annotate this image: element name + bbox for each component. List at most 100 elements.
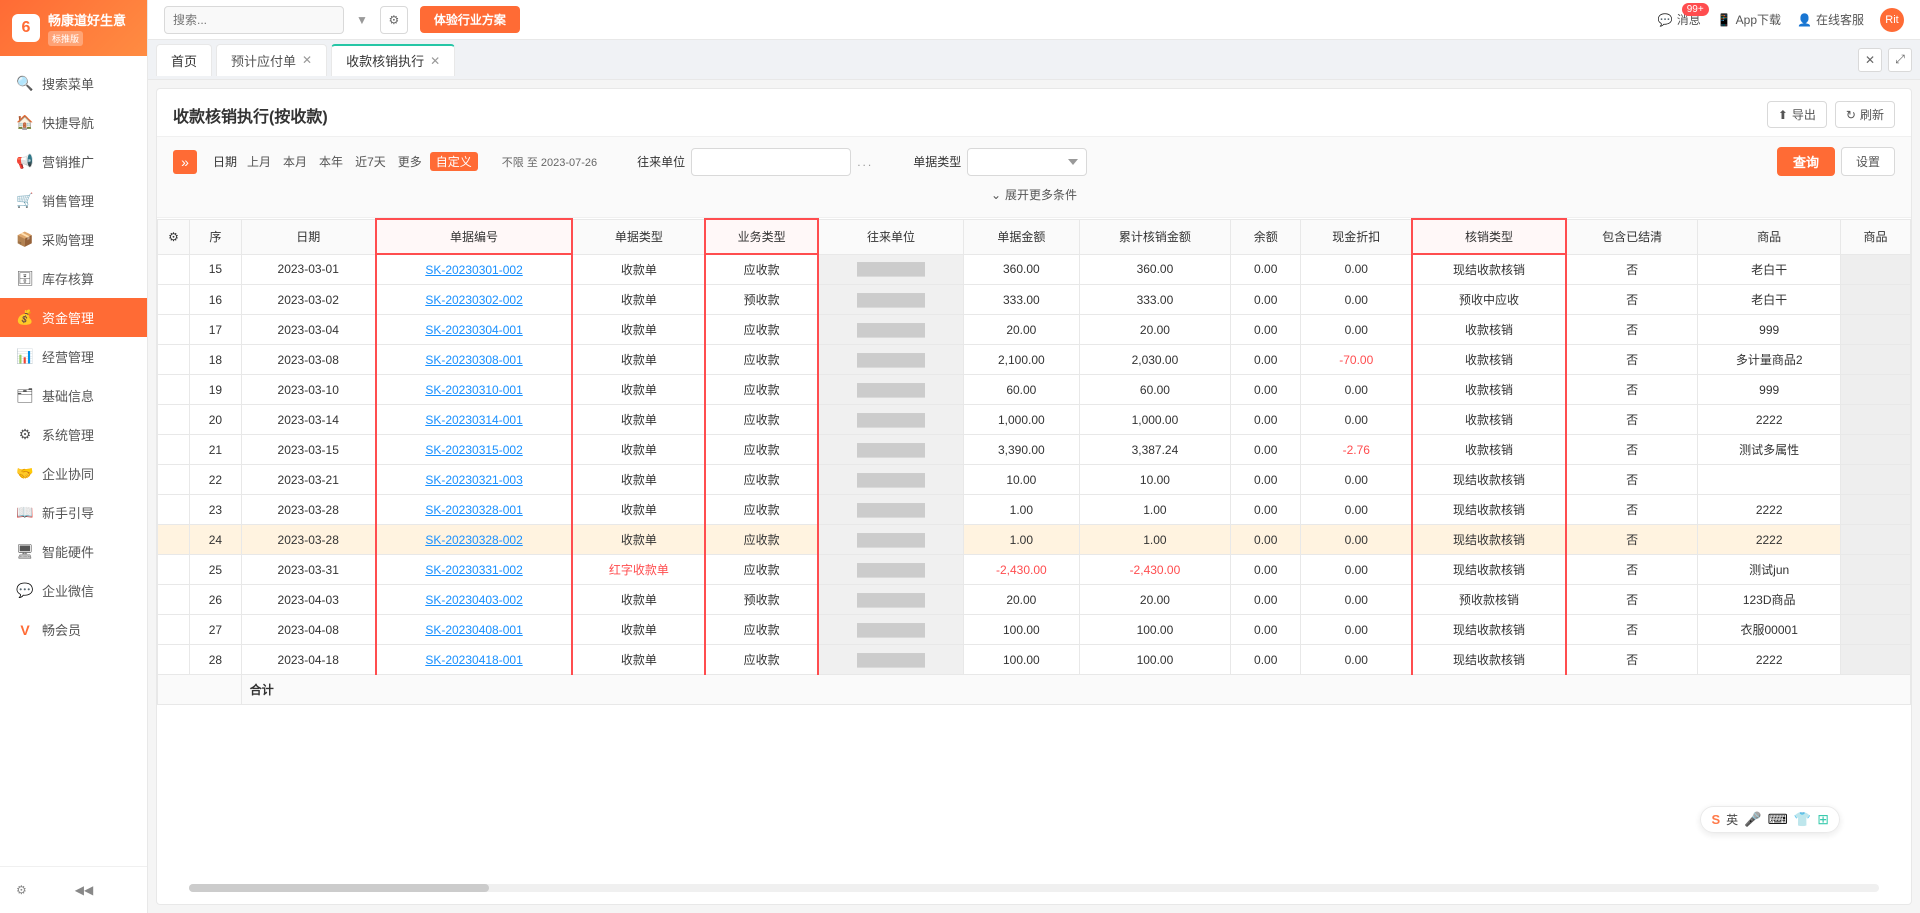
cell-goods-img <box>1841 645 1911 675</box>
table-row[interactable]: 282023-04-18SK-20230418-001收款单应收款███████… <box>158 645 1911 675</box>
date-this-year[interactable]: 本年 <box>315 151 347 172</box>
cell-doc-no[interactable]: SK-20230314-001 <box>376 405 573 435</box>
cell-doc-no[interactable]: SK-20230301-002 <box>376 254 573 285</box>
filter-toggle-btn[interactable]: » <box>173 150 197 174</box>
sidebar-item-purchase[interactable]: 📦 采购管理 <box>0 220 147 259</box>
table-row[interactable]: 212023-03-15SK-20230315-002收款单应收款███████… <box>158 435 1911 465</box>
cell-doc-no[interactable]: SK-20230328-001 <box>376 495 573 525</box>
sidebar-item-member[interactable]: V 畅会员 <box>0 610 147 649</box>
filter-doctype-group: 单据类型 <box>913 148 1087 176</box>
cell-no: 17 <box>190 315 242 345</box>
search-input[interactable] <box>164 6 344 34</box>
cell-checkbox <box>158 465 190 495</box>
user-avatar[interactable]: Rit <box>1880 8 1904 32</box>
online-service-btn[interactable]: 👤 在线客服 <box>1797 11 1864 28</box>
tab-collection[interactable]: 收款核销执行 ✕ <box>331 44 455 76</box>
date-last-month[interactable]: 上月 <box>243 151 275 172</box>
doc-type-select[interactable] <box>967 148 1087 176</box>
table-row[interactable]: 152023-03-01SK-20230301-002收款单应收款███████… <box>158 254 1911 285</box>
sidebar-item-wechat[interactable]: 💬 企业微信 <box>0 571 147 610</box>
sidebar-item-hardware[interactable]: 🖥 智能硬件 <box>0 532 147 571</box>
cell-cancel-type: 预收中应收 <box>1412 285 1565 315</box>
setting-btn[interactable]: 设置 <box>1841 147 1895 176</box>
horizontal-scrollbar[interactable] <box>189 884 1879 892</box>
cell-goods-img <box>1841 465 1911 495</box>
scrollbar-area[interactable] <box>157 876 1911 904</box>
sidebar-item-operation[interactable]: 📊 经营管理 <box>0 337 147 376</box>
date-this-month[interactable]: 本月 <box>279 151 311 172</box>
sidebar-item-quicknav[interactable]: 🏠 快捷导航 <box>0 103 147 142</box>
table-row[interactable]: 232023-03-28SK-20230328-001收款单应收款███████… <box>158 495 1911 525</box>
cell-doc-no[interactable]: SK-20230321-003 <box>376 465 573 495</box>
cell-doc-type: 收款单 <box>572 345 705 375</box>
cell-cancel-type: 现结收款核销 <box>1412 254 1565 285</box>
cell-doc-no[interactable]: SK-20230403-002 <box>376 585 573 615</box>
message-btn[interactable]: 💬 消息 99+ <box>1658 11 1701 28</box>
cell-discount: 0.00 <box>1301 615 1413 645</box>
table-row[interactable]: 202023-03-14SK-20230314-001收款单应收款███████… <box>158 405 1911 435</box>
date-more[interactable]: 更多 <box>394 151 426 172</box>
sidebar-item-finance[interactable]: 💰 资金管理 <box>0 298 147 337</box>
cell-verified: 100.00 <box>1079 615 1231 645</box>
cell-doc-no[interactable]: SK-20230308-001 <box>376 345 573 375</box>
cell-verified: 1.00 <box>1079 495 1231 525</box>
cell-doc-no[interactable]: SK-20230302-002 <box>376 285 573 315</box>
tab-collection-close-icon[interactable]: ✕ <box>430 55 440 67</box>
cell-doc-no[interactable]: SK-20230328-002 <box>376 525 573 555</box>
tab-home[interactable]: 首页 <box>156 44 212 76</box>
cell-doc-no[interactable]: SK-20230418-001 <box>376 645 573 675</box>
tab-prepay[interactable]: 预计应付单 ✕ <box>216 44 327 76</box>
tab-prepay-close-icon[interactable]: ✕ <box>302 54 312 66</box>
cell-doc-no[interactable]: SK-20230331-002 <box>376 555 573 585</box>
cell-verified: 10.00 <box>1079 465 1231 495</box>
app-download-btn[interactable]: 📱 App下载 <box>1717 11 1781 28</box>
sidebar-item-system[interactable]: ⚙ 系统管理 <box>0 415 147 454</box>
table-row[interactable]: 222023-03-21SK-20230321-003收款单应收款███████… <box>158 465 1911 495</box>
col-include-settled: 包含已结清 <box>1566 219 1698 254</box>
sidebar-item-inventory[interactable]: 🗄 库存核算 <box>0 259 147 298</box>
cell-doc-no[interactable]: SK-20230304-001 <box>376 315 573 345</box>
partner-input[interactable] <box>691 148 851 176</box>
cell-doc-no[interactable]: SK-20230310-001 <box>376 375 573 405</box>
export-btn[interactable]: ⬆ 导出 <box>1767 101 1827 128</box>
sidebar-item-sales[interactable]: 🛒 销售管理 <box>0 181 147 220</box>
sidebar-item-collab[interactable]: 🤝 企业协同 <box>0 454 147 493</box>
cell-amount: 2,100.00 <box>964 345 1079 375</box>
cell-cancel-type: 现结收款核销 <box>1412 465 1565 495</box>
sidebar-item-marketing[interactable]: 📢 营销推广 <box>0 142 147 181</box>
expand-more-btn[interactable]: ⌄ 展开更多条件 <box>173 182 1895 207</box>
table-row[interactable]: 242023-03-28SK-20230328-002收款单应收款███████… <box>158 525 1911 555</box>
sidebar-item-search[interactable]: 🔍 搜索菜单 <box>0 64 147 103</box>
cell-goods-img <box>1841 615 1911 645</box>
query-btn[interactable]: 查询 <box>1777 147 1835 176</box>
sidebar-item-guide[interactable]: 📖 新手引导 <box>0 493 147 532</box>
cell-include-settled: 否 <box>1566 345 1698 375</box>
table-row[interactable]: 262023-04-03SK-20230403-002收款单预收款███████… <box>158 585 1911 615</box>
cell-checkbox <box>158 585 190 615</box>
table-row[interactable]: 182023-03-08SK-20230308-001收款单应收款███████… <box>158 345 1911 375</box>
table-row[interactable]: 192023-03-10SK-20230310-001收款单应收款███████… <box>158 375 1911 405</box>
partner-dots[interactable]: ... <box>857 155 873 169</box>
tab-expand-btn[interactable]: ⤢ <box>1888 48 1912 72</box>
sidebar-settings-btn[interactable]: ⚙ ◀◀ <box>0 875 147 905</box>
gear-btn[interactable]: ⚙ <box>380 6 408 34</box>
col-gear[interactable]: ⚙ <box>158 219 190 254</box>
table-row[interactable]: 272023-04-08SK-20230408-001收款单应收款███████… <box>158 615 1911 645</box>
scrollbar-thumb[interactable] <box>189 884 489 892</box>
cell-doc-no[interactable]: SK-20230315-002 <box>376 435 573 465</box>
refresh-btn[interactable]: ↻ 刷新 <box>1835 101 1895 128</box>
table-row[interactable]: 252023-03-31SK-20230331-002红字收款单应收款█████… <box>158 555 1911 585</box>
table-row[interactable]: 162023-03-02SK-20230302-002收款单预收款███████… <box>158 285 1911 315</box>
cell-goods-img <box>1841 525 1911 555</box>
date-custom[interactable]: 自定义 <box>430 152 478 171</box>
solution-btn[interactable]: 体验行业方案 <box>420 6 520 33</box>
table-row[interactable]: 172023-03-04SK-20230304-001收款单应收款███████… <box>158 315 1911 345</box>
cell-no: 23 <box>190 495 242 525</box>
cell-doc-type: 收款单 <box>572 495 705 525</box>
cell-doc-no[interactable]: SK-20230408-001 <box>376 615 573 645</box>
date-7days[interactable]: 近7天 <box>351 151 390 172</box>
tab-close-all-btn[interactable]: ✕ <box>1858 48 1882 72</box>
cell-cancel-type: 收款核销 <box>1412 315 1565 345</box>
col-balance: 余额 <box>1231 219 1301 254</box>
sidebar-item-base[interactable]: 🗂 基础信息 <box>0 376 147 415</box>
